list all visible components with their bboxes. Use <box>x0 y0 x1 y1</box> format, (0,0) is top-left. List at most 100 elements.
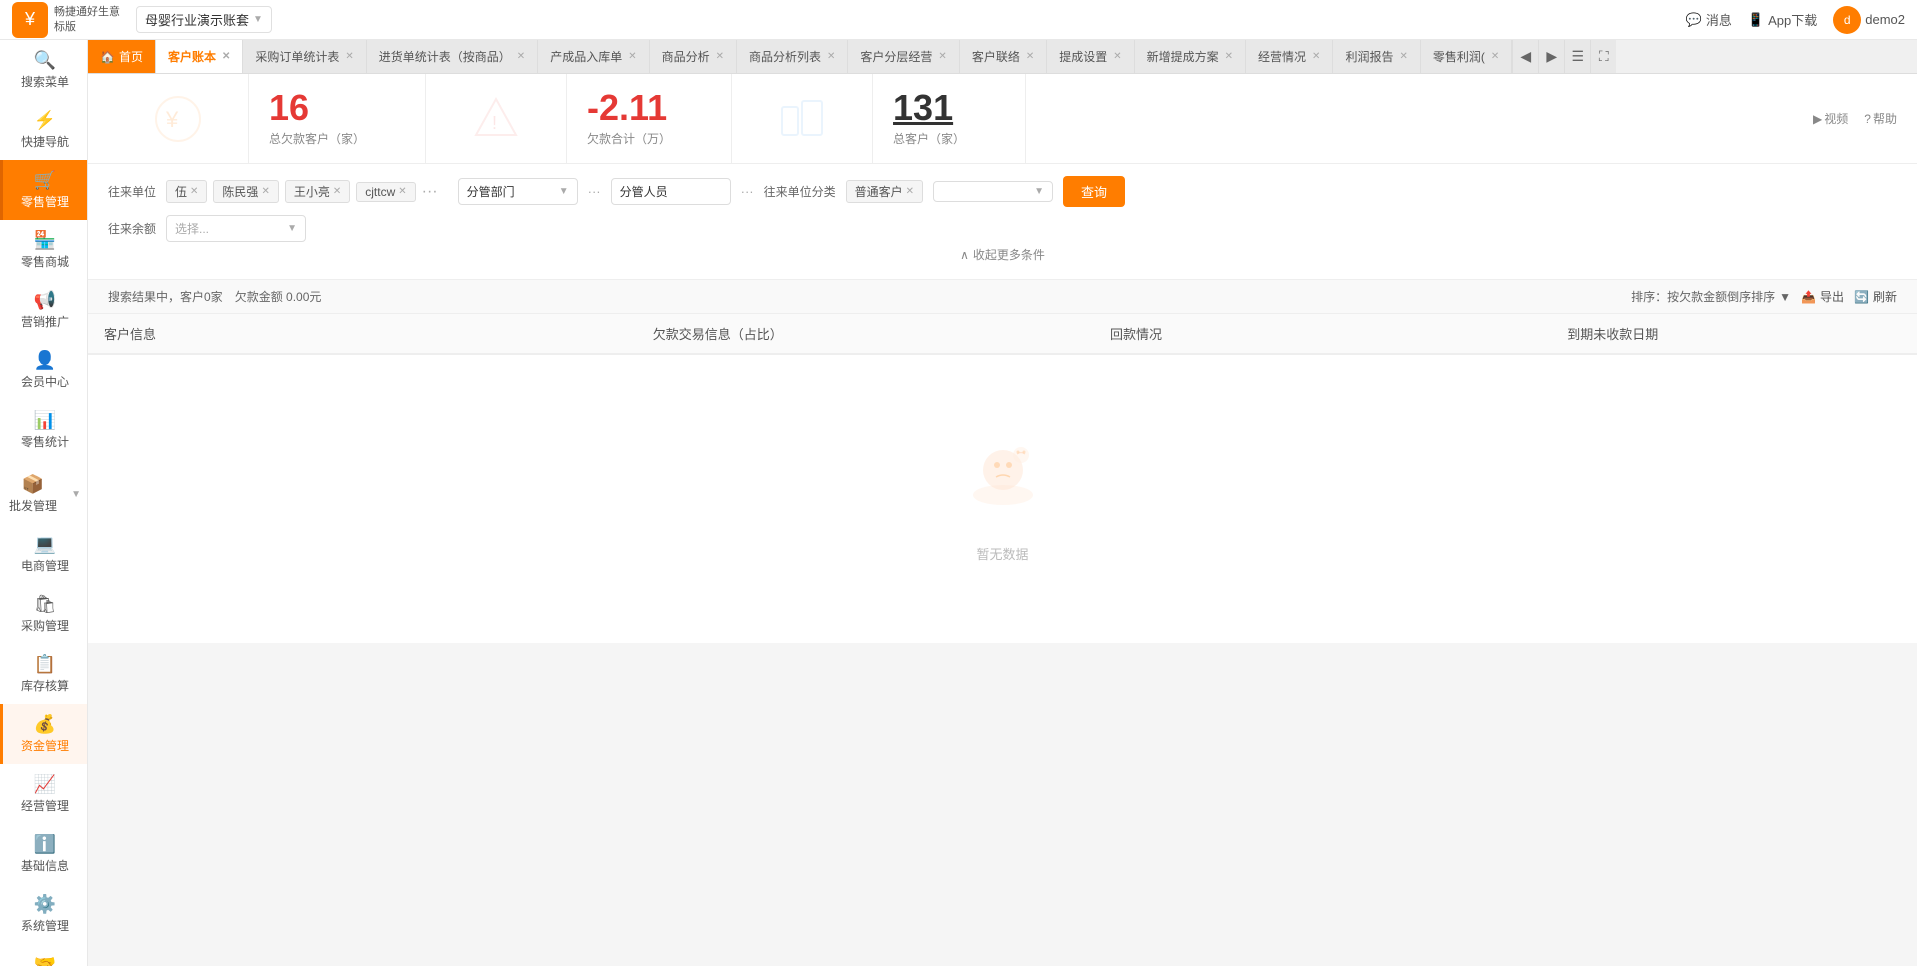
tab-retail-profit[interactable]: 零售利润( ✕ <box>1421 40 1512 74</box>
sidebar-item-retail-mall[interactable]: 🏪 零售商城 <box>0 220 87 280</box>
tab-close-profit-report[interactable]: ✕ <box>1399 51 1407 62</box>
tag-close-unit-1[interactable]: ✕ <box>190 186 198 197</box>
finance-mgmt-icon: 💰 <box>7 714 83 735</box>
quick-nav-icon: ⚡ <box>7 110 83 131</box>
sidebar-item-retail-stats[interactable]: 📊 零售统计 <box>0 400 87 460</box>
tab-expand-button[interactable]: ⛶ <box>1590 40 1616 74</box>
tab-list-button[interactable]: ☰ <box>1564 40 1590 74</box>
filter-row-1: 往来单位 伍 ✕ 陈民强 ✕ 王小亮 <box>108 176 1897 207</box>
col-repayment: 回款情况 <box>1094 314 1551 354</box>
tab-close-inbound-stats[interactable]: ✕ <box>517 51 525 62</box>
sidebar-item-marketing[interactable]: 📢 营销推广 <box>0 280 87 340</box>
tab-close-new-reminder[interactable]: ✕ <box>1225 51 1233 62</box>
tab-new-reminder[interactable]: 新增提成方案 ✕ <box>1135 40 1246 74</box>
tab-close-customer-connect[interactable]: ✕ <box>1026 51 1034 62</box>
basic-info-icon: ℹ️ <box>7 834 83 855</box>
filter-unit-type-select[interactable]: ▼ <box>933 181 1053 202</box>
tab-product-analysis[interactable]: 商品分析 ✕ <box>650 40 737 74</box>
sidebar-item-basic-info[interactable]: ℹ️ 基础信息 <box>0 824 87 884</box>
sidebar-item-search-menu[interactable]: 🔍 搜索菜单 <box>0 40 87 100</box>
tab-close-product-analysis-list[interactable]: ✕ <box>827 51 835 62</box>
tag-close-unit-4[interactable]: ✕ <box>398 186 406 197</box>
tag-close-unit-type[interactable]: ✕ <box>906 186 914 197</box>
tab-product-analysis-list[interactable]: 商品分析列表 ✕ <box>737 40 848 74</box>
tab-customer-tier[interactable]: 客户分层经营 ✕ <box>848 40 959 74</box>
tab-inbound-stats[interactable]: 进货单统计表（按商品） ✕ <box>367 40 538 74</box>
col-debt-info: 欠款交易信息（占比） <box>637 314 1094 354</box>
sort-area: 排序：按欠款金额倒序排序 ▼ 📤 导出 🔄 刷新 <box>1631 288 1897 305</box>
tag-close-unit-3[interactable]: ✕ <box>333 186 341 197</box>
filter-tag-unit-2: 陈民强 ✕ <box>213 180 278 203</box>
tab-close-biz-status[interactable]: ✕ <box>1312 51 1320 62</box>
video-icon: ▶ <box>1813 112 1822 126</box>
sidebar-item-inventory[interactable]: 📋 库存核算 <box>0 644 87 704</box>
person-more-icon[interactable]: ··· <box>741 184 754 199</box>
tab-prev-button[interactable]: ◀ <box>1512 40 1538 74</box>
sidebar-item-ops-mgmt[interactable]: 📈 经营管理 <box>0 764 87 824</box>
stats-bar: ¥ 16 总欠款客户（家） ! <box>88 74 1917 164</box>
tab-customer-connect[interactable]: 客户联络 ✕ <box>960 40 1047 74</box>
sort-chevron-icon: ▼ <box>1779 290 1791 304</box>
refresh-button[interactable]: 🔄 刷新 <box>1854 288 1897 305</box>
tab-close-product-analysis[interactable]: ✕ <box>716 51 724 62</box>
store-selector[interactable]: 母婴行业演示账套 ▼ <box>136 6 272 33</box>
stat-total-debt: -2.11 欠款合计（万） <box>567 74 732 163</box>
batch-mgmt-icon: 📦 <box>9 474 57 495</box>
purchase-mgmt-icon: 🛍 <box>7 594 83 615</box>
search-menu-icon: 🔍 <box>7 50 83 71</box>
sidebar-item-retail-mgmt[interactable]: 🛒 零售管理 <box>0 160 87 220</box>
tab-close-purchase-order-stats[interactable]: ✕ <box>345 51 353 62</box>
enterprise-icon: 🤝 <box>7 954 83 966</box>
top-bar-right: 💬 消息 📱 App下载 d demo2 <box>1686 6 1905 34</box>
tab-home[interactable]: 🏠 首页 <box>88 40 156 74</box>
video-button[interactable]: ▶ 视频 <box>1813 110 1848 127</box>
app-icon: 📱 <box>1748 12 1764 28</box>
member-center-icon: 👤 <box>7 350 83 371</box>
message-button[interactable]: 💬 消息 <box>1686 10 1732 29</box>
sidebar: 🔍 搜索菜单 ⚡ 快捷导航 🛒 零售管理 🏪 零售商城 📢 营销推广 👤 会员中… <box>0 40 88 966</box>
sidebar-item-ecom-mgmt[interactable]: 💻 电商管理 <box>0 524 87 584</box>
stat-total-customers-label: 总欠款客户（家） <box>269 130 365 147</box>
tab-reminder-settings[interactable]: 提成设置 ✕ <box>1047 40 1134 74</box>
help-button[interactable]: ? 帮助 <box>1864 110 1897 127</box>
ecom-mgmt-icon: 💻 <box>7 534 83 555</box>
sidebar-item-enterprise[interactable]: 🤝 企业协同 <box>0 944 87 966</box>
export-button[interactable]: 📤 导出 <box>1801 288 1844 305</box>
sidebar-item-finance-mgmt[interactable]: 💰 资金管理 <box>0 704 87 764</box>
sort-select[interactable]: 排序：按欠款金额倒序排序 ▼ <box>1631 288 1791 305</box>
dept-more-icon[interactable]: ··· <box>588 184 601 199</box>
tab-close-customer-balance[interactable]: ✕ <box>222 51 230 62</box>
unit-type-chevron-icon: ▼ <box>1034 186 1044 197</box>
filter-unit-type-label: 往来单位分类 <box>764 183 836 200</box>
tab-customer-balance[interactable]: 客户账本 ✕ <box>156 40 243 74</box>
tab-biz-status[interactable]: 经营情况 ✕ <box>1246 40 1333 74</box>
tab-next-button[interactable]: ▶ <box>1538 40 1564 74</box>
filter-balance-label: 往来余额 <box>108 220 156 237</box>
query-button[interactable]: 查询 <box>1063 176 1125 207</box>
sidebar-item-batch-mgmt[interactable]: 📦 批发管理 ▼ <box>0 464 87 524</box>
user-menu[interactable]: d demo2 <box>1833 6 1905 34</box>
app-download-button[interactable]: 📱 App下载 <box>1748 10 1817 29</box>
filter-more-button[interactable]: ··· <box>422 183 438 201</box>
tab-close-cost-inbound[interactable]: ✕ <box>628 51 636 62</box>
tab-purchase-order-stats[interactable]: 采购订单统计表 ✕ <box>243 40 366 74</box>
stat-total-all-customers: 131 总客户（家） <box>873 74 1026 163</box>
tab-cost-inbound[interactable]: 产成品入库单 ✕ <box>538 40 649 74</box>
tab-close-customer-tier[interactable]: ✕ <box>938 51 946 62</box>
filter-dept-select[interactable]: 分管部门 ▼ <box>458 178 578 205</box>
collapse-button[interactable]: ∧ 收起更多条件 <box>960 242 1045 267</box>
sidebar-item-purchase-mgmt[interactable]: 🛍 采购管理 <box>0 584 87 644</box>
filter-person-select[interactable]: 分管人员 <box>611 178 731 205</box>
sidebar-item-member-center[interactable]: 👤 会员中心 <box>0 340 87 400</box>
marketing-icon: 📢 <box>7 290 83 311</box>
logo-area: ¥ 畅捷通好生意 标版 <box>12 2 120 38</box>
tab-close-reminder-settings[interactable]: ✕ <box>1113 51 1121 62</box>
inventory-icon: 📋 <box>7 654 83 675</box>
tag-close-unit-2[interactable]: ✕ <box>261 186 269 197</box>
tab-close-retail-profit[interactable]: ✕ <box>1491 51 1499 62</box>
tab-profit-report[interactable]: 利润报告 ✕ <box>1333 40 1420 74</box>
col-due-date: 到期未收款日期 <box>1551 314 1917 354</box>
filter-balance-select[interactable]: 选择... ▼ <box>166 215 306 242</box>
sidebar-item-sys-mgmt[interactable]: ⚙️ 系统管理 <box>0 884 87 944</box>
sidebar-item-quick-nav[interactable]: ⚡ 快捷导航 <box>0 100 87 160</box>
